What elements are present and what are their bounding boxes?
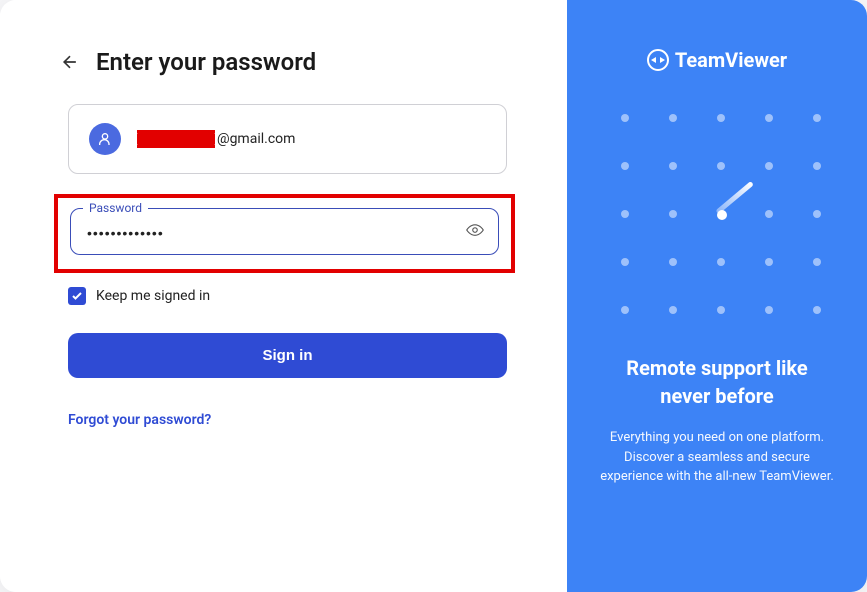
dot [669, 162, 677, 170]
account-card[interactable]: @gmail.com [68, 104, 507, 174]
dot [717, 258, 725, 266]
keep-signed-in-row: Keep me signed in [68, 287, 507, 305]
dot [621, 114, 629, 122]
right-panel: TeamViewer Remote support like never bef… [567, 0, 867, 592]
dot [765, 306, 773, 314]
signin-button[interactable]: Sign in [68, 333, 507, 378]
dot [621, 306, 629, 314]
clock-graphic [597, 90, 837, 330]
dot [765, 258, 773, 266]
dot [765, 162, 773, 170]
email-row: @gmail.com [137, 131, 295, 147]
signin-container: Enter your password @gmail.com Password [0, 0, 867, 592]
checkmark-icon [71, 290, 83, 302]
dot [669, 258, 677, 266]
toggle-password-visibility[interactable] [466, 221, 484, 243]
dot [669, 306, 677, 314]
dot [717, 306, 725, 314]
email-redacted [137, 133, 215, 145]
brand-logo: TeamViewer [647, 48, 787, 72]
dot [813, 210, 821, 218]
dot [621, 258, 629, 266]
email-domain: @gmail.com [217, 131, 295, 147]
left-panel: Enter your password @gmail.com Password [0, 0, 567, 592]
promo-body: Everything you need on one platform. Dis… [591, 428, 843, 487]
brand-name: TeamViewer [675, 48, 787, 72]
dot [813, 306, 821, 314]
dot [813, 114, 821, 122]
keep-signed-in-label[interactable]: Keep me signed in [96, 288, 210, 304]
dot [765, 114, 773, 122]
dot [717, 162, 725, 170]
dot [813, 162, 821, 170]
promo-title: Remote support like never before [591, 354, 843, 410]
dot [621, 210, 629, 218]
header: Enter your password [60, 48, 507, 76]
dot [717, 114, 725, 122]
arrow-left-icon [60, 52, 80, 72]
keep-signed-in-checkbox[interactable] [68, 287, 86, 305]
dot [669, 210, 677, 218]
password-label: Password [83, 201, 148, 215]
dot [669, 114, 677, 122]
dot [621, 162, 629, 170]
user-icon [97, 131, 113, 147]
password-field-wrapper: Password [70, 208, 499, 255]
highlight-annotation: Password [54, 194, 515, 273]
dot [717, 210, 727, 220]
avatar [89, 123, 121, 155]
dot [765, 210, 773, 218]
forgot-password-link[interactable]: Forgot your password? [68, 412, 507, 428]
eye-icon [466, 221, 484, 239]
dot [813, 258, 821, 266]
password-input[interactable] [87, 225, 454, 241]
teamviewer-icon [647, 49, 669, 71]
page-title: Enter your password [96, 48, 316, 76]
back-button[interactable] [60, 52, 80, 72]
